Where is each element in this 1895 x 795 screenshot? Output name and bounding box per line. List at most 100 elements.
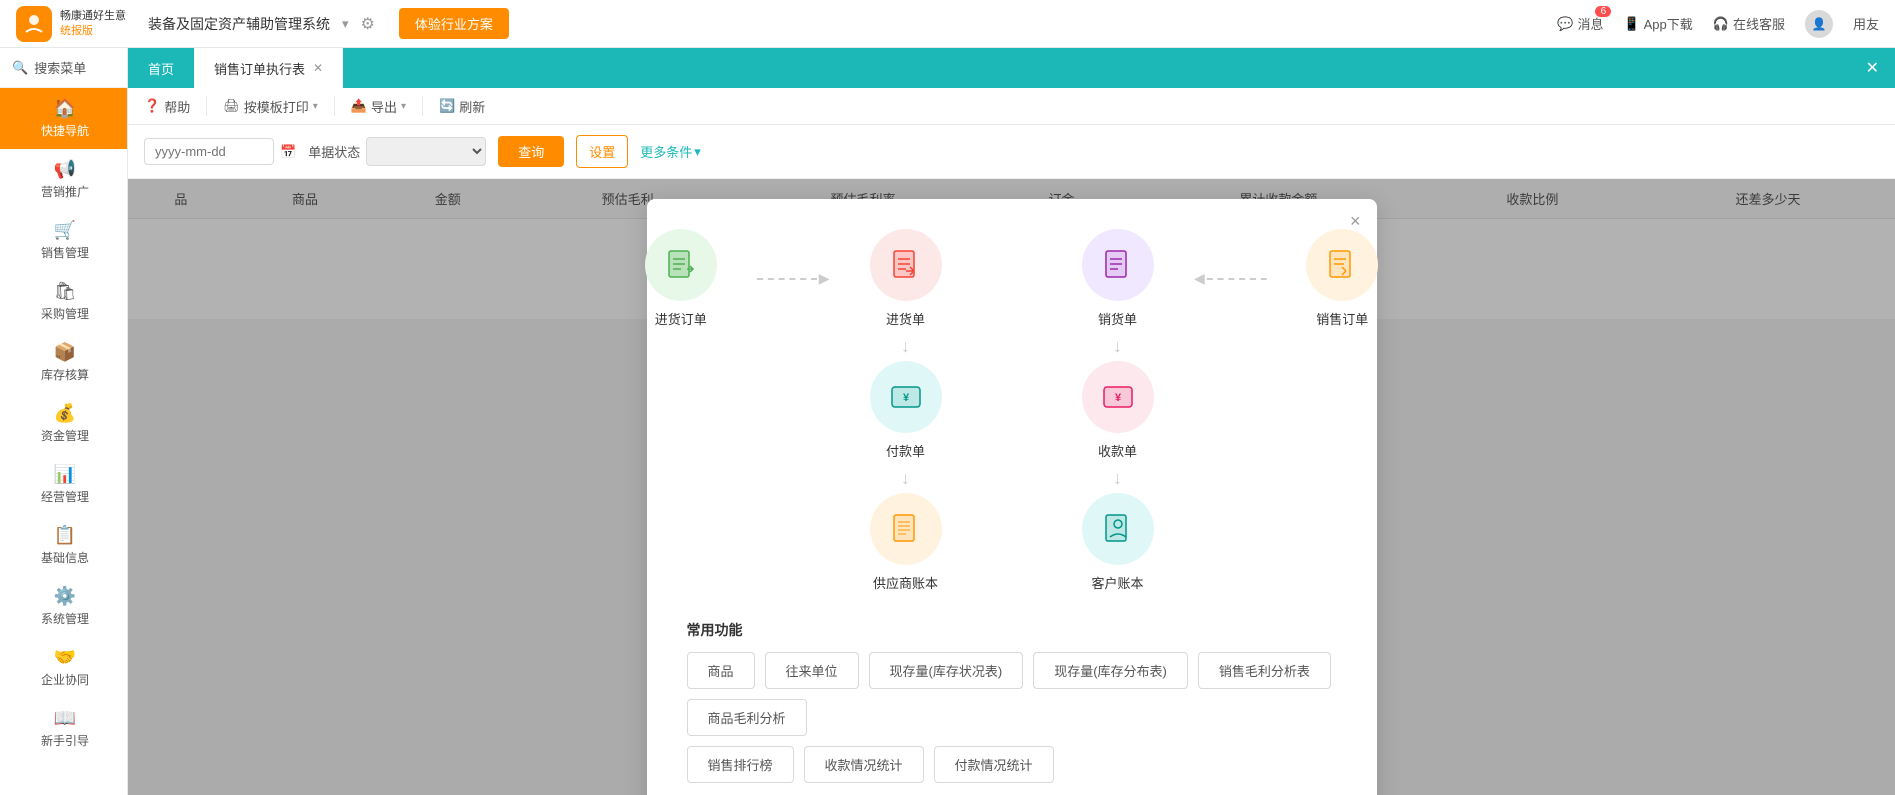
v-arrow-purchase-bill: ↓ <box>870 336 942 357</box>
sidebar-item-guide[interactable]: 📖 新手引导 <box>0 698 127 759</box>
refresh-button[interactable]: 🔄 刷新 <box>439 97 485 116</box>
template-print-button[interactable]: 🖨 按模板打印 ▾ <box>223 97 318 116</box>
arrow-purchase-order-to-bill: ▶ <box>757 270 830 287</box>
sidebar-item-finance[interactable]: 💰 资金管理 <box>0 393 127 454</box>
filter-bar: 📅 单据状态 查询 设置 更多条件 ▾ <box>128 125 1895 179</box>
sidebar-item-inventory[interactable]: 📦 库存核算 <box>0 332 127 393</box>
va2-arrow2: ↓ <box>1082 468 1154 489</box>
svg-text:¥: ¥ <box>902 392 909 404</box>
help-button[interactable]: ❓ 帮助 <box>144 97 190 116</box>
more-conditions-icon: ▾ <box>694 144 701 160</box>
purchase-bill-circle <box>870 229 942 301</box>
sidebar-item-basic-info[interactable]: 📋 基础信息 <box>0 515 127 576</box>
avatar-icon: 👤 <box>1812 17 1827 31</box>
enterprise-label: 企业协同 <box>41 671 89 688</box>
calendar-icon[interactable]: 📅 <box>280 144 296 160</box>
message-button[interactable]: 💬 消息 6 <box>1557 14 1603 33</box>
node-customer-account[interactable]: 客户账本 <box>1082 493 1154 592</box>
refresh-icon: 🔄 <box>439 98 455 114</box>
user-avatar[interactable]: 👤 <box>1805 10 1833 38</box>
cf-btn-inventory-dist[interactable]: 现存量(库存分布表) <box>1033 652 1188 689</box>
customer-account-label: 客户账本 <box>1091 573 1143 592</box>
tab-sales-order-label: 销售订单执行表 <box>214 59 305 78</box>
cf-btn-inventory-status[interactable]: 现存量(库存状况表) <box>869 652 1024 689</box>
purchase-bill-label: 进货单 <box>886 309 925 328</box>
page-content: 品 商品 金额 预估毛利 预估毛利率 订金 累计收款金额 收款比例 还差多少天 <box>128 179 1895 795</box>
dropdown-arrow-icon[interactable]: ▾ <box>342 16 349 32</box>
sidebar-item-operations[interactable]: 📊 经营管理 <box>0 454 127 515</box>
tab-sales-order[interactable]: 销售订单执行表 ✕ <box>194 48 343 88</box>
toolbar: ❓ 帮助 🖨 按模板打印 ▾ 📤 导出 ▾ 🔄 刷新 <box>128 88 1895 125</box>
export-button[interactable]: 📤 导出 ▾ <box>351 97 406 116</box>
supplier-account-circle <box>870 493 942 565</box>
node-purchase-bill[interactable]: 进货单 <box>870 229 942 328</box>
help-icon: ❓ <box>144 98 160 114</box>
close-all-icon[interactable]: ✕ <box>1866 60 1879 77</box>
cf-btn-payment-stats[interactable]: 付款情况统计 <box>934 746 1054 783</box>
cf-btn-product-profit[interactable]: 商品毛利分析 <box>687 699 807 736</box>
node-receipt-bill[interactable]: ¥ 收款单 <box>1082 361 1154 460</box>
node-supplier-account[interactable]: 供应商账本 <box>870 493 942 592</box>
toolbar-divider1 <box>206 96 207 116</box>
sidebar-item-purchase[interactable]: 🛍 采购管理 <box>0 271 127 332</box>
quick-nav-label: 快捷导航 <box>41 122 89 139</box>
basic-info-label: 基础信息 <box>41 549 89 566</box>
cf-btn-partners[interactable]: 往来单位 <box>765 652 859 689</box>
query-button[interactable]: 查询 <box>498 136 564 167</box>
down-arrow-payment-icon: ↓ <box>901 468 910 489</box>
cf-btn-sales-rank[interactable]: 销售排行榜 <box>687 746 794 783</box>
flow-modal: × <box>647 199 1377 795</box>
export-dropdown-icon: ▾ <box>401 101 406 112</box>
purchase-icon: 🛍 <box>54 281 77 302</box>
receipt-bill-circle: ¥ <box>1082 361 1154 433</box>
v-arrow-sales-bill: ↓ <box>1082 336 1154 357</box>
node-sales-bill[interactable]: 销货单 <box>1082 229 1154 328</box>
cf-btn-sales-profit[interactable]: 销售毛利分析表 <box>1198 652 1331 689</box>
common-functions-section: 常用功能 商品 往来单位 现存量(库存状况表) 现存量(库存分布表) 销售毛利分… <box>687 620 1337 783</box>
app-container: 畅康通好生意 统报版 装备及固定资产辅助管理系统 ▾ ⚙ 体验行业方案 💬 消息… <box>0 0 1895 795</box>
sidebar-item-marketing[interactable]: 📢 营销推广 <box>0 149 127 210</box>
cf-btn-receipt-stats[interactable]: 收款情况统计 <box>804 746 924 783</box>
top-bar: 畅康通好生意 统报版 装备及固定资产辅助管理系统 ▾ ⚙ 体验行业方案 💬 消息… <box>0 0 1895 48</box>
main-area: 🔍 搜索菜单 🏠 快捷导航 📢 营销推广 🛒 销售管理 🛍 采购管理 📦 <box>0 48 1895 795</box>
message-icon: 💬 <box>1557 16 1573 32</box>
arrow-head-icon: ▶ <box>819 270 830 287</box>
sidebar-item-quick-nav[interactable]: 🏠 快捷导航 <box>0 88 127 149</box>
date-start-input[interactable] <box>144 138 274 165</box>
set-button[interactable]: 设置 <box>576 135 628 168</box>
common-functions-buttons-row2: 销售排行榜 收款情况统计 付款情况统计 <box>687 746 1337 783</box>
guide-label: 新手引导 <box>41 732 89 749</box>
node-payment-bill[interactable]: ¥ 付款单 <box>870 361 942 460</box>
tab-home[interactable]: 首页 <box>128 48 194 88</box>
node-purchase-order[interactable]: 进货订单 <box>645 229 717 328</box>
purchase-order-circle <box>645 229 717 301</box>
search-menu-item[interactable]: 🔍 搜索菜单 <box>0 48 127 88</box>
logo-text: 畅康通好生意 统报版 <box>60 9 126 38</box>
node-sales-order[interactable]: 销售订单 <box>1306 229 1378 328</box>
common-functions-buttons: 商品 往来单位 现存量(库存状况表) 现存量(库存分布表) 销售毛利分析表 商品… <box>687 652 1337 736</box>
sales-order-label: 销售订单 <box>1316 309 1368 328</box>
status-select[interactable] <box>366 137 486 166</box>
sidebar-item-enterprise[interactable]: 🤝 企业协同 <box>0 637 127 698</box>
guide-icon: 📖 <box>54 708 76 729</box>
finance-icon: 💰 <box>54 403 76 424</box>
sidebar-item-sales[interactable]: 🛒 销售管理 <box>0 210 127 271</box>
print-dropdown-icon: ▾ <box>313 101 318 112</box>
cf-btn-product[interactable]: 商品 <box>687 652 755 689</box>
app-download-label: App下载 <box>1644 14 1693 33</box>
inventory-icon: 📦 <box>54 342 76 363</box>
online-service-button[interactable]: 🎧 在线客服 <box>1713 14 1785 33</box>
experience-button[interactable]: 体验行业方案 <box>399 8 509 39</box>
sales-order-circle <box>1306 229 1378 301</box>
more-conditions-toggle[interactable]: 更多条件 ▾ <box>640 142 701 161</box>
tab-close-icon[interactable]: ✕ <box>313 61 323 75</box>
down-arrow-receipt-icon: ↓ <box>1113 468 1122 489</box>
modal-close-button[interactable]: × <box>1350 211 1361 232</box>
message-badge: 6 <box>1595 6 1611 17</box>
settings-icon[interactable]: ⚙ <box>361 14 375 34</box>
user-name[interactable]: 用友 <box>1853 14 1879 33</box>
quick-nav-icon: 🏠 <box>54 98 76 119</box>
arrow-sales-order-to-bill: ▶ <box>1194 270 1267 287</box>
sidebar-item-system[interactable]: ⚙️ 系统管理 <box>0 576 127 637</box>
app-download-button[interactable]: 📱 App下载 <box>1623 14 1692 33</box>
